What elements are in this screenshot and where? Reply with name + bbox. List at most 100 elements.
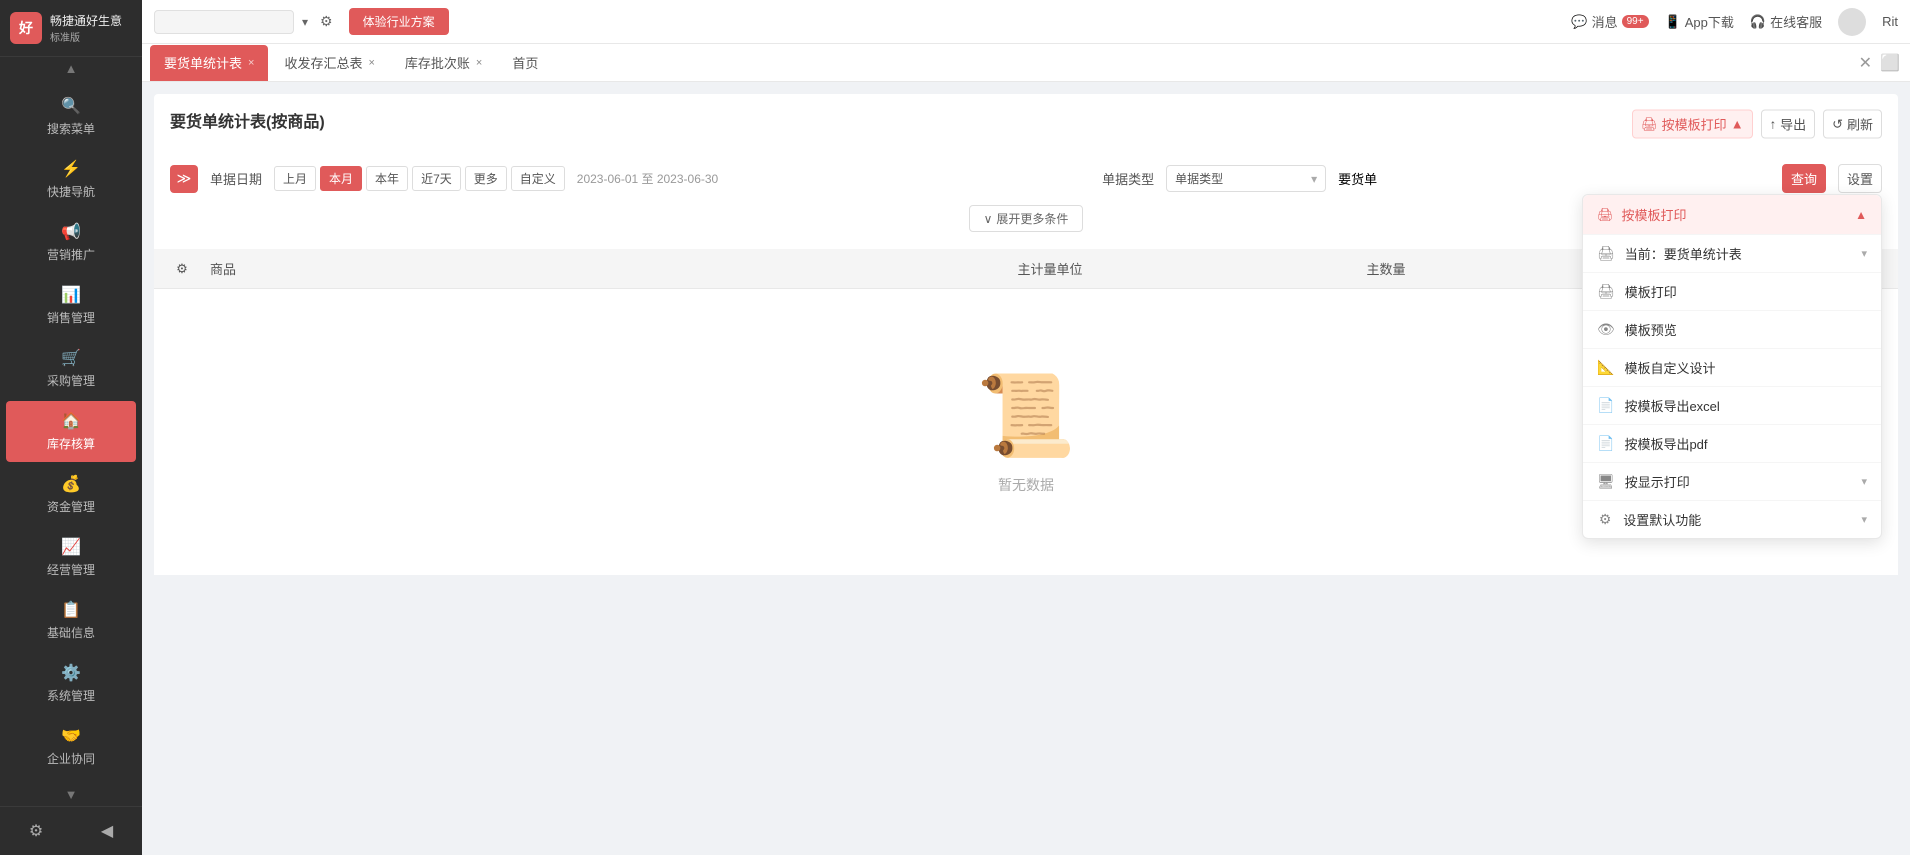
topbar: ▾ ⚙ 体验行业方案 💬 消息 99+ 📱 App下载 🎧 在线客服 Rit (142, 0, 1910, 44)
dropdown-header[interactable]: 🖨 按模板打印 ▲ (1583, 195, 1881, 234)
app-download-label: App下载 (1685, 12, 1734, 31)
empty-text: 暂无数据 (998, 475, 1054, 495)
tab-receipt-summary[interactable]: 收发存汇总表 × (270, 45, 388, 81)
dropdown-item-template-preview[interactable]: 👁 模板预览 (1583, 310, 1881, 348)
sidebar-item-finance[interactable]: 💰 资金管理 (6, 464, 136, 525)
search-dropdown-btn[interactable]: ▾ (302, 15, 308, 29)
operation-icon: 📈 (61, 537, 81, 557)
sidebar-label-inventory: 库存核算 (47, 435, 95, 452)
type-chevron-icon: ▾ (1311, 172, 1317, 186)
app-download-icon: 📱 (1665, 14, 1681, 30)
settings-btn[interactable]: 设置 (1838, 164, 1882, 193)
dropdown-item-template-pdf[interactable]: 📄 按模板导出pdf (1583, 424, 1881, 462)
sales-icon: 📊 (61, 285, 81, 305)
date-btn-自定义[interactable]: 自定义 (511, 166, 565, 191)
template-design-sub: 模板自定义设计 (1624, 358, 1867, 377)
close-window-btn[interactable]: ✕ (1857, 51, 1874, 75)
sidebar-item-marketing[interactable]: 📢 营销推广 (6, 212, 136, 273)
type-select-label: 单据类型 (1175, 170, 1223, 187)
page-action-bar: 🖨 按模板打印 ▲ ↑ 导出 ↺ 刷新 (1632, 110, 1882, 139)
date-btn-本年[interactable]: 本年 (366, 166, 408, 191)
dropdown-current-item[interactable]: 🖨 当前：要货单统计表 ▾ (1583, 234, 1881, 272)
sidebar-item-enterprise[interactable]: 🤝 企业协同 (6, 716, 136, 777)
date-btn-本月[interactable]: 本月 (320, 166, 362, 191)
query-btn[interactable]: 查询 (1782, 164, 1826, 193)
col-settings-header[interactable]: ⚙ (162, 261, 202, 277)
printer-icon: 🖨 (1641, 116, 1658, 132)
logo-text: 畅捷通好生意 标准版 (50, 12, 122, 44)
search-input[interactable] (154, 10, 294, 34)
tab-home[interactable]: 首页 (498, 45, 552, 81)
refresh-label: 刷新 (1847, 115, 1873, 134)
search-icon: 🔍 (61, 96, 81, 116)
order-type-label: 要货单 (1338, 172, 1377, 187)
tab-close-order-stats[interactable]: × (248, 57, 254, 69)
gear-icon[interactable]: ⚙ (320, 13, 333, 30)
app-download-btn[interactable]: 📱 App下载 (1665, 12, 1734, 31)
tab-order-stats[interactable]: 要货单统计表 × (150, 45, 268, 81)
default-func-label: 设置默认功能 (1623, 510, 1701, 529)
tabs-bar: 要货单统计表 ×收发存汇总表 ×库存批次账 ×首页 ✕ ⬜ (142, 44, 1910, 82)
sidebar-item-purchase[interactable]: 🛒 采购管理 (6, 338, 136, 399)
tab-close-batch[interactable]: × (476, 57, 482, 69)
sidebar-item-inventory[interactable]: 🏠 库存核算 (6, 401, 136, 462)
dropdown-item-display-print[interactable]: 🖥 按显示打印 ▾ (1583, 462, 1881, 500)
template-pdf-icon: 📄 (1597, 435, 1614, 452)
sidebar-item-system[interactable]: ⚙️ 系统管理 (6, 653, 136, 714)
date-btn-近7天[interactable]: 近7天 (412, 166, 461, 191)
trial-btn[interactable]: 体验行业方案 (349, 8, 449, 35)
template-pdf-label: 按模板导出pdf (1624, 434, 1707, 453)
sidebar-item-shortcut[interactable]: ⚡ 快捷导航 (6, 149, 136, 210)
app-name: 畅捷通好生意 (50, 12, 122, 29)
empty-icon: 📜 (976, 369, 1076, 463)
sidebar-item-search[interactable]: 🔍 搜索菜单 (6, 86, 136, 147)
maximize-btn[interactable]: ⬜ (1878, 51, 1902, 75)
filter-expand-btn[interactable]: ≫ (170, 165, 198, 193)
basic-icon: 📋 (61, 600, 81, 620)
display-print-sub: 按显示打印 ▾ (1625, 472, 1867, 491)
sidebar-item-operation[interactable]: 📈 经营管理 (6, 527, 136, 588)
topbar-actions: 💬 消息 99+ 📱 App下载 🎧 在线客服 Rit (1571, 8, 1898, 36)
online-support-label: 在线客服 (1770, 12, 1822, 31)
scroll-down-btn[interactable]: ▼ (0, 783, 142, 806)
online-support-btn[interactable]: 🎧 在线客服 (1750, 12, 1822, 31)
inventory-icon: 🏠 (61, 411, 81, 431)
collapse-footer-btn[interactable]: ◀ (93, 817, 121, 845)
col-product-header: 商品 (202, 259, 882, 278)
user-avatar[interactable] (1838, 8, 1866, 36)
sidebar-item-basic[interactable]: 📋 基础信息 (6, 590, 136, 651)
page-title: 要货单统计表(按商品) (170, 108, 325, 132)
dropdown-item-template-design[interactable]: 📐 模板自定义设计 (1583, 348, 1881, 386)
logo-area: 好 畅捷通好生意 标准版 (0, 0, 142, 57)
settings-label: 设置 (1847, 169, 1873, 188)
username-label: Rit (1882, 14, 1898, 29)
sidebar-footer: ⚙ ◀ (0, 806, 142, 855)
scroll-up-btn[interactable]: ▲ (0, 57, 142, 80)
print-btn[interactable]: 🖨 按模板打印 ▲ (1632, 110, 1752, 139)
expand-more-btn[interactable]: ∨ 展开更多条件 (969, 205, 1084, 232)
tab-batch[interactable]: 库存批次账 × (391, 45, 496, 81)
date-btn-更多[interactable]: 更多 (465, 166, 507, 191)
dropdown-item-template-print[interactable]: 🖨 模板打印 (1583, 272, 1881, 310)
date-quick-btns: 上月本月本年近7天更多自定义 (274, 166, 565, 191)
dropdown-item-template-excel[interactable]: 📄 按模板导出excel (1583, 386, 1881, 424)
sidebar-item-sales[interactable]: 📊 销售管理 (6, 275, 136, 336)
type-select[interactable]: 单据类型 ▾ (1166, 165, 1326, 192)
template-pdf-sub: 按模板导出pdf (1624, 434, 1867, 453)
date-label: 单据日期 (210, 169, 262, 188)
refresh-icon: ↺ (1832, 116, 1843, 132)
export-icon: ↑ (1770, 117, 1777, 132)
expand-icon: ∨ (984, 212, 993, 226)
refresh-btn[interactable]: ↺ 刷新 (1823, 110, 1882, 139)
export-btn[interactable]: ↑ 导出 (1761, 110, 1816, 139)
message-btn[interactable]: 💬 消息 99+ (1571, 12, 1648, 31)
tab-close-receipt-summary[interactable]: × (368, 57, 374, 69)
display-print-chevron: ▾ (1861, 475, 1867, 488)
settings-footer-btn[interactable]: ⚙ (21, 817, 51, 845)
tab-label-batch: 库存批次账 (405, 53, 470, 72)
tab-label-receipt-summary: 收发存汇总表 (284, 53, 362, 72)
message-badge: 99+ (1622, 15, 1649, 28)
dropdown-item-default-func[interactable]: ⚙ 设置默认功能 ▾ (1583, 500, 1881, 538)
date-btn-上月[interactable]: 上月 (274, 166, 316, 191)
current-icon: 🖨 (1597, 245, 1615, 262)
